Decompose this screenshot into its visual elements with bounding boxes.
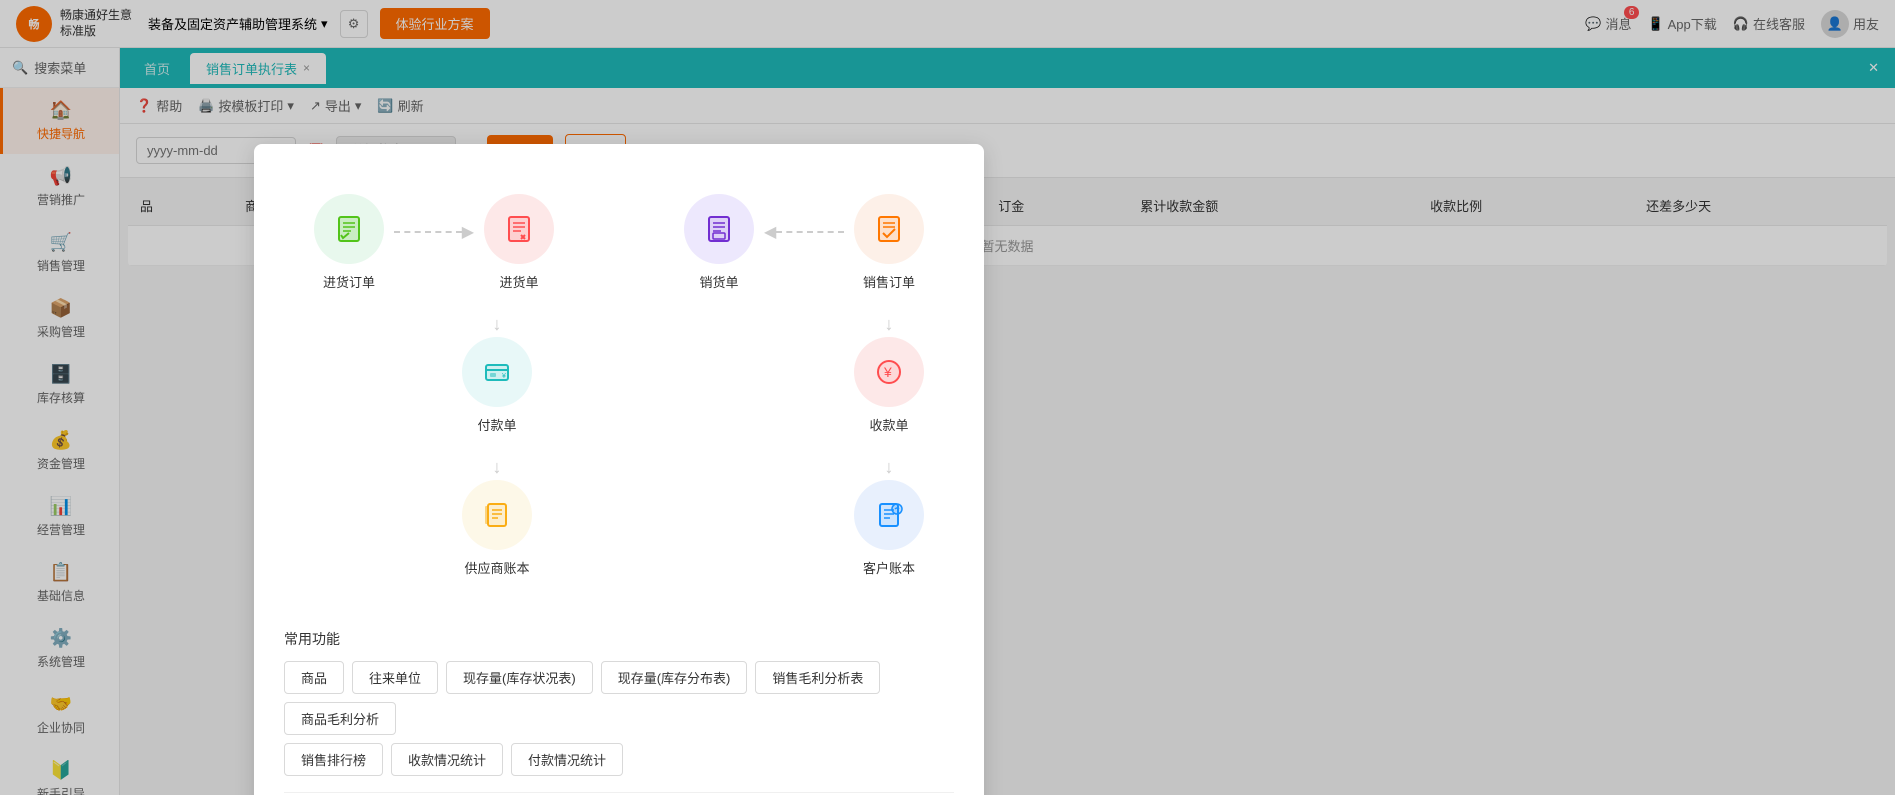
func-btn-current-stock-status[interactable]: 现存量(库存状况表) — [446, 661, 593, 694]
arrow-sales-order-to-sales-bill: ◀ — [764, 222, 844, 242]
func-btn-receipt-stats[interactable]: 收款情况统计 — [391, 743, 503, 776]
payment-bill-icon: ¥ — [462, 337, 532, 407]
arrow-down-3: ↓ — [493, 458, 502, 476]
func-btn-goods-profit-analysis[interactable]: 商品毛利分析 — [284, 702, 396, 735]
func-btn-sales-profit-analysis[interactable]: 销售毛利分析表 — [755, 661, 880, 694]
receipt-bill-icon: ¥ — [854, 337, 924, 407]
payment-bill-col2: ↓ 供应商账本 — [452, 458, 542, 577]
func-btn-goods[interactable]: 商品 — [284, 661, 344, 694]
supplier-ledger-node[interactable]: 供应商账本 — [462, 480, 532, 577]
func-btn-partners[interactable]: 往来单位 — [352, 661, 438, 694]
customer-ledger-node[interactable]: 客户账本 — [854, 480, 924, 577]
common-functions-title: 常用功能 — [284, 629, 954, 649]
sales-bill-col: ↓ ¥ 收款单 — [844, 315, 934, 434]
supplier-ledger-icon — [462, 480, 532, 550]
flow-popup: 进货订单 ▶ 进 — [254, 144, 984, 795]
receipt-bill-node[interactable]: ¥ 收款单 — [854, 337, 924, 434]
app-container: 畅 畅康通好生意 标准版 装备及固定资产辅助管理系统 ▾ ⚙ 体验行业方案 💬 … — [0, 0, 1895, 795]
purchase-bill-label: 进货单 — [499, 272, 538, 291]
func-btn-sales-ranking[interactable]: 销售排行榜 — [284, 743, 383, 776]
arrow-down-4: ↓ — [885, 458, 894, 476]
common-functions-section: 常用功能 商品 往来单位 现存量(库存状况表) 现存量(库存分布表) 销售毛利分… — [284, 629, 954, 776]
supplier-ledger-label: 供应商账本 — [464, 558, 529, 577]
content-area: 首页 销售订单执行表 × ✕ ❓ 帮助 🖨️ — [120, 48, 1895, 795]
customer-ledger-label: 客户账本 — [863, 558, 915, 577]
arrow-purchase-order-to-purchase-bill: ▶ — [394, 222, 474, 242]
flow-diagram-area: 进货订单 ▶ 进 — [284, 174, 954, 621]
sales-bill-icon — [684, 194, 754, 264]
purchase-order-label: 进货订单 — [323, 272, 375, 291]
receipt-bill-label: 收款单 — [869, 415, 908, 434]
page-content: ❓ 帮助 🖨️ 按模板打印 ▾ ↗ 导出 ▾ 🔄 — [120, 88, 1895, 795]
purchase-bill-col: ↓ ¥ 付款单 — [452, 315, 542, 434]
purchase-bill-icon — [484, 194, 554, 264]
sales-bill-node[interactable]: 销货单 — [674, 194, 764, 291]
arrow-down-1: ↓ — [493, 315, 502, 333]
purchase-order-node[interactable]: 进货订单 — [304, 194, 394, 291]
payment-bill-node[interactable]: ¥ 付款单 — [462, 337, 532, 434]
sales-order-label: 销售订单 — [863, 272, 915, 291]
payment-bill-label: 付款单 — [477, 415, 516, 434]
sales-bill-label: 销货单 — [699, 272, 738, 291]
svg-text:¥: ¥ — [502, 373, 506, 380]
sales-order-icon — [854, 194, 924, 264]
func-btn-current-stock-dist[interactable]: 现存量(库存分布表) — [601, 661, 748, 694]
svg-text:¥: ¥ — [883, 364, 892, 380]
func-btn-payment-stats[interactable]: 付款情况统计 — [511, 743, 623, 776]
receipt-bill-col2: ↓ 客户账本 — [844, 458, 934, 577]
purchase-order-icon — [314, 194, 384, 264]
customer-ledger-icon — [854, 480, 924, 550]
main-layout: 🔍 搜索菜单 🏠 快捷导航 📢 营销推广 🛒 销售管理 📦 — [0, 48, 1895, 795]
function-buttons-row2: 销售排行榜 收款情况统计 付款情况统计 — [284, 743, 954, 776]
function-buttons-row1: 商品 往来单位 现存量(库存状况表) 现存量(库存分布表) 销售毛利分析表 商品… — [284, 661, 954, 735]
arrow-down-2: ↓ — [885, 315, 894, 333]
sales-order-node[interactable]: 销售订单 — [844, 194, 934, 291]
purchase-bill-node[interactable]: 进货单 — [474, 194, 564, 291]
